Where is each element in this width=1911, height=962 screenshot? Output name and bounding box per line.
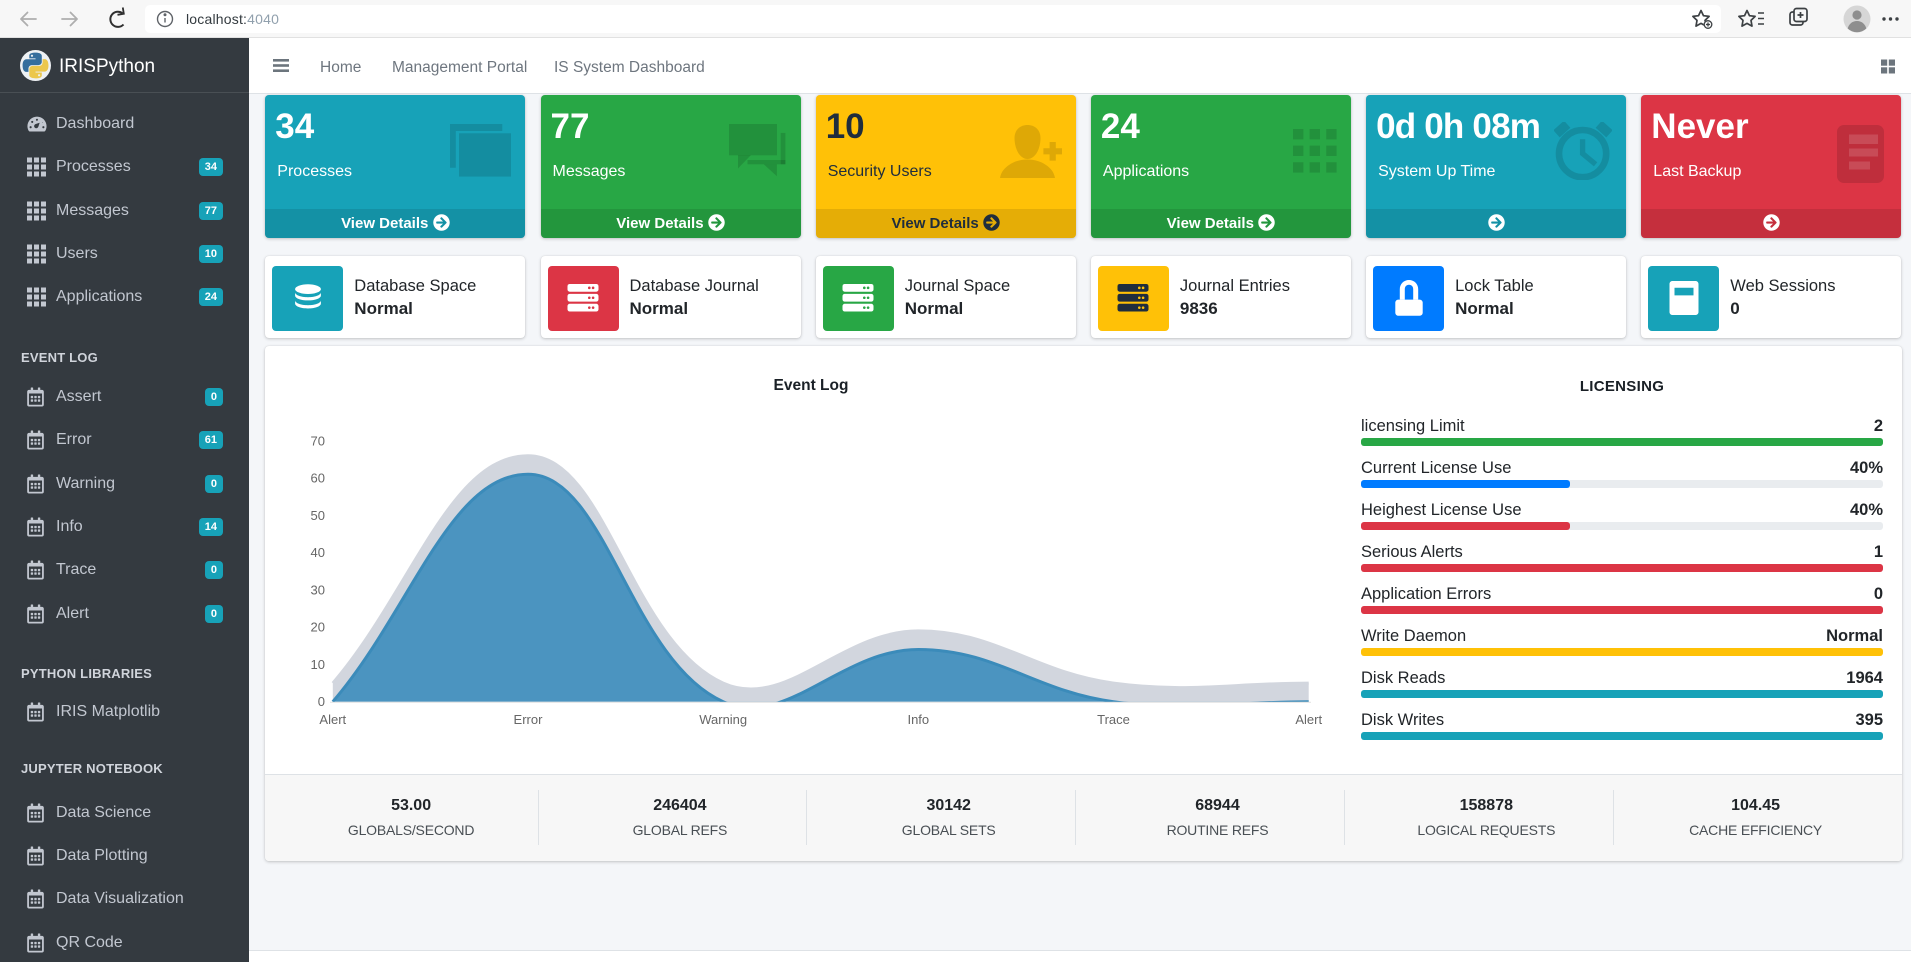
svg-text:Warning: Warning [699,712,747,727]
svg-text:30: 30 [311,582,325,597]
svg-text:20: 20 [311,620,325,635]
svg-text:40: 40 [311,545,325,560]
svg-text:Info: Info [907,712,929,727]
svg-text:Alert: Alert [319,712,346,727]
svg-text:50: 50 [311,508,325,523]
svg-text:0: 0 [318,694,325,709]
svg-text:10: 10 [311,657,325,672]
svg-text:60: 60 [311,471,325,486]
svg-text:70: 70 [311,433,325,448]
svg-text:Error: Error [514,712,544,727]
svg-text:Alert: Alert [1295,712,1322,727]
svg-text:Trace: Trace [1097,712,1130,727]
